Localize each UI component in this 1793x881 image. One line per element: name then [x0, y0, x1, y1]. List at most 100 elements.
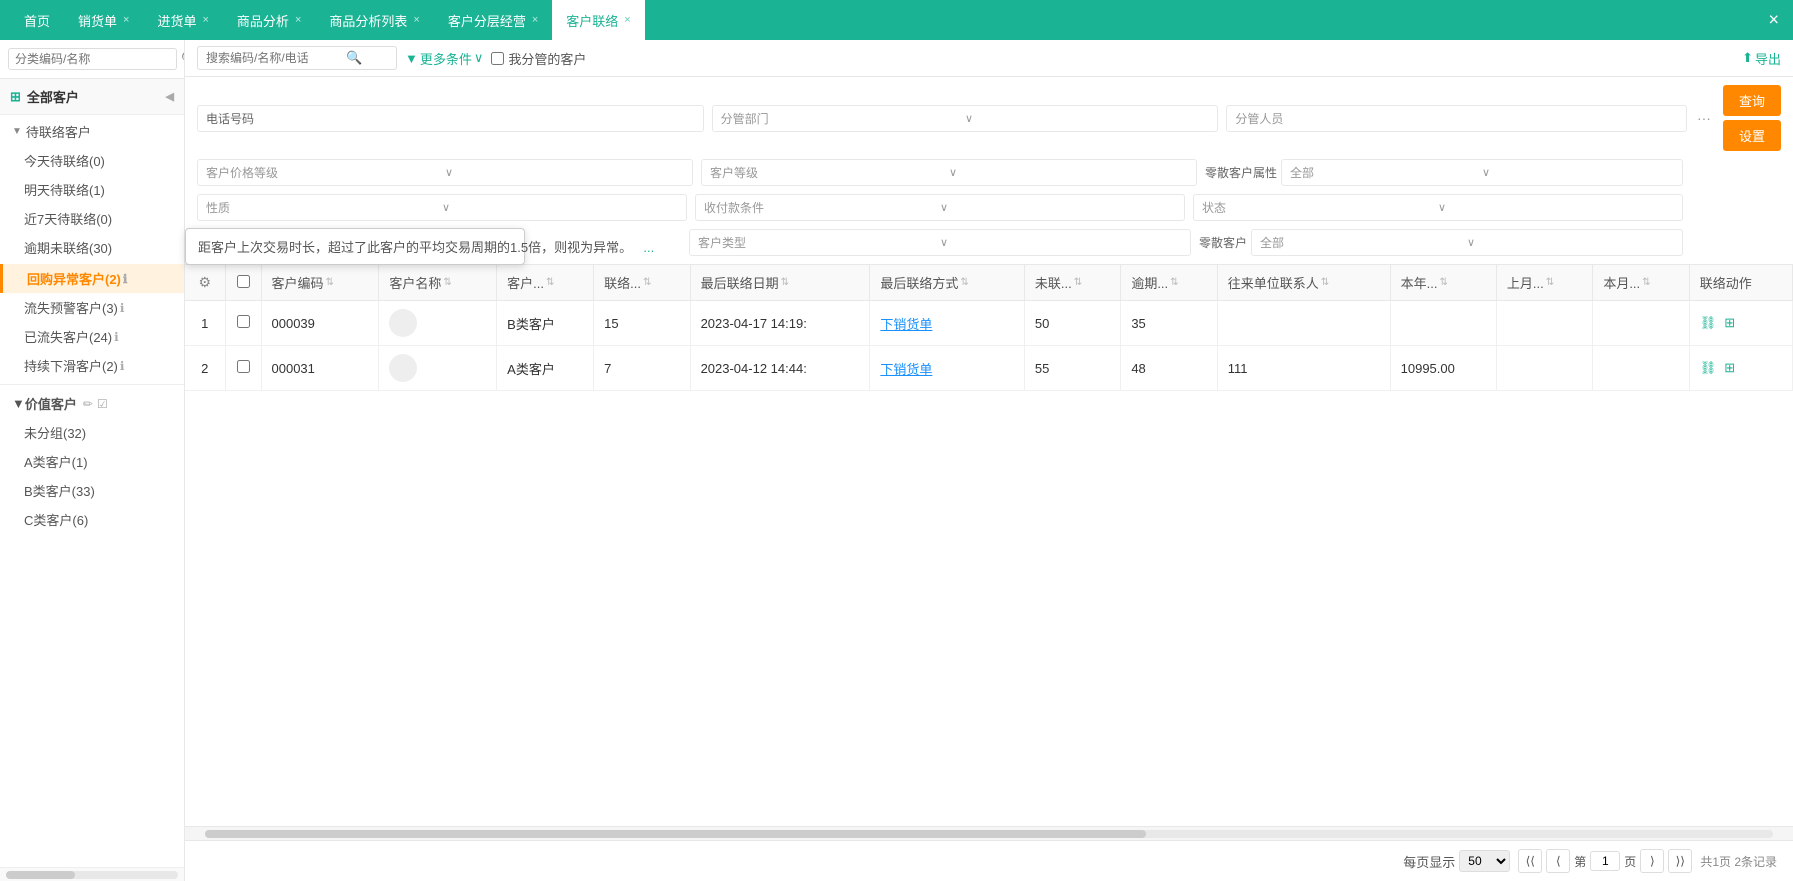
nav-item-product-list[interactable]: 商品分析列表 ×	[315, 0, 433, 40]
info-icon-3[interactable]: ℹ	[114, 330, 119, 344]
sort-contact-person[interactable]: 往来单位联系人⇅	[1228, 273, 1380, 292]
edit-icon[interactable]: ✏	[83, 397, 93, 411]
sidebar-item-repurchase-abnormal[interactable]: 回购异常客户(2) ℹ	[0, 264, 184, 293]
sidebar-search-input[interactable]	[8, 48, 177, 70]
person-dots[interactable]: ···	[1693, 110, 1715, 126]
h-scrollbar[interactable]	[185, 826, 1793, 840]
sidebar-item-overdue[interactable]: 逾期未联络(30)	[0, 233, 184, 262]
row-checkbox[interactable]	[237, 315, 250, 328]
retail-attr-area: 零散客户属性 全部 ∨	[1205, 159, 1683, 186]
last-page-button[interactable]: ⟩⟩	[1668, 849, 1692, 873]
prev-page-button[interactable]: ⟨	[1546, 849, 1570, 873]
cell-check[interactable]	[225, 301, 261, 346]
close-product-list-icon[interactable]: ×	[413, 14, 419, 26]
sort-contact[interactable]: 联络...⇅	[604, 273, 679, 292]
sort-last-month[interactable]: 上月...⇅	[1507, 273, 1582, 292]
close-all-tabs-button[interactable]: ×	[1764, 6, 1783, 35]
dept-field[interactable]: 分管部门 ∨	[712, 105, 1219, 132]
action-more-icon[interactable]: ⊞	[1724, 315, 1735, 331]
chevron-status-icon: ∨	[1438, 201, 1674, 214]
value-group-header[interactable]: ▼ 价值客户 ✏ ☑	[0, 389, 184, 418]
sidebar-item-7days[interactable]: 近7天待联络(0)	[0, 204, 184, 233]
sidebar-item-a-class[interactable]: A类客户(1)	[0, 447, 184, 476]
cell-this-year: 10995.00	[1390, 346, 1496, 391]
customer-type-field[interactable]: 客户类型 ∨	[689, 229, 1191, 256]
my-customers-checkbox[interactable]	[491, 52, 504, 65]
last-method-link[interactable]: 下销货单	[880, 317, 932, 332]
sidebar-item-tomorrow[interactable]: 明天待联络(1)	[0, 175, 184, 204]
pending-contact-header[interactable]: ▼ 待联络客户	[0, 117, 184, 146]
sidebar-item-lost[interactable]: 已流失客户(24) ℹ	[0, 322, 184, 351]
all-customers-header[interactable]: ⊞ 全部客户 ◀	[0, 79, 184, 115]
sidebar: 🔍 ⊞ 全部客户 ◀ ▼ 待联络客户 今天待联络(0) 明天待联络(1) 近7天	[0, 40, 185, 881]
search-icon[interactable]: 🔍	[346, 50, 362, 66]
action-link-icon[interactable]: ⛓	[1700, 360, 1717, 376]
more-conditions-button[interactable]: ▼ 更多条件 ∨	[405, 49, 483, 68]
close-customer-tier-icon[interactable]: ×	[532, 14, 538, 26]
close-customer-contact-icon[interactable]: ×	[624, 14, 630, 26]
sort-level[interactable]: 客户...⇅	[507, 273, 583, 292]
sort-code[interactable]: 客户编码⇅	[272, 273, 369, 292]
sort-this-month[interactable]: 本月...⇅	[1603, 273, 1678, 292]
action-link-icon[interactable]: ⛓	[1700, 315, 1717, 331]
person-field[interactable]: 分管人员	[1226, 105, 1687, 132]
row-checkbox[interactable]	[237, 360, 250, 373]
close-purchase-icon[interactable]: ×	[202, 14, 208, 26]
query-button[interactable]: 查询	[1723, 85, 1781, 116]
table-row: 1 000039 B类客户 15 2023-04-17 14:19: 下销货单 …	[185, 301, 1793, 346]
status-field[interactable]: 状态 ∨	[1193, 194, 1683, 221]
settings-button[interactable]: 设置	[1723, 120, 1781, 151]
retail-attr-field[interactable]: 全部 ∨	[1281, 159, 1683, 186]
h-scroll-track	[205, 830, 1773, 838]
tooltip-dots[interactable]: ...	[643, 240, 654, 255]
nav-item-sales[interactable]: 销货单 ×	[64, 0, 143, 40]
filter-icon: ▼	[405, 51, 418, 66]
close-product-analysis-icon[interactable]: ×	[295, 14, 301, 26]
nav-item-home[interactable]: 首页	[10, 0, 64, 40]
sort-overdue[interactable]: 逾期...⇅	[1131, 273, 1206, 292]
sidebar-item-declining[interactable]: 持续下滑客户(2) ℹ	[0, 351, 184, 380]
export-icon: ⬆	[1742, 50, 1753, 66]
price-level-field[interactable]: 客户价格等级 ∨	[197, 159, 693, 186]
sort-not-contacted[interactable]: 未联...⇅	[1035, 273, 1110, 292]
info-icon-4[interactable]: ℹ	[120, 359, 125, 373]
page-nav: ⟨⟨ ⟨ 第 页 ⟩ ⟩⟩	[1518, 849, 1692, 873]
action-more-icon[interactable]: ⊞	[1724, 360, 1735, 376]
next-page-button[interactable]: ⟩	[1640, 849, 1664, 873]
export-button[interactable]: ⬆ 导出	[1742, 49, 1781, 68]
customer-level-field[interactable]: 客户等级 ∨	[701, 159, 1197, 186]
sidebar-item-c-class[interactable]: C类客户(6)	[0, 505, 184, 534]
search-input[interactable]	[206, 51, 346, 65]
sort-last-method[interactable]: 最后联络方式⇅	[880, 273, 1014, 292]
sort-name[interactable]: 客户名称⇅	[389, 273, 486, 292]
gear-icon[interactable]: ⚙	[198, 274, 211, 290]
cell-check[interactable]	[225, 346, 261, 391]
first-page-button[interactable]: ⟨⟨	[1518, 849, 1542, 873]
select-all-checkbox[interactable]	[237, 275, 250, 288]
info-icon-1[interactable]: ℹ	[123, 272, 128, 286]
last-method-link[interactable]: 下销货单	[880, 362, 932, 377]
payment-field[interactable]: 收付款条件 ∨	[695, 194, 1185, 221]
sort-last-date[interactable]: 最后联络日期⇅	[701, 273, 860, 292]
nav-item-purchase[interactable]: 进货单 ×	[143, 0, 222, 40]
sort-this-year[interactable]: 本年...⇅	[1401, 273, 1486, 292]
page-input[interactable]	[1590, 851, 1620, 871]
close-sales-icon[interactable]: ×	[123, 14, 129, 26]
cell-level: B类客户	[497, 301, 594, 346]
nav-item-product-analysis[interactable]: 商品分析 ×	[223, 0, 315, 40]
grid-icon: ⊞	[10, 89, 21, 105]
info-icon-2[interactable]: ℹ	[120, 301, 125, 315]
check-icon-small[interactable]: ☑	[97, 397, 108, 411]
page-size-select[interactable]: 50 100 200	[1459, 850, 1510, 872]
sidebar-item-loss-warning[interactable]: 流失预警客户(3) ℹ	[0, 293, 184, 322]
nav-item-customer-contact[interactable]: 客户联络 ×	[552, 0, 644, 40]
nature-field[interactable]: 性质 ∨	[197, 194, 687, 221]
sidebar-item-today[interactable]: 今天待联络(0)	[0, 146, 184, 175]
sidebar-item-ungroup[interactable]: 未分组(32)	[0, 418, 184, 447]
sidebar-scrollbar[interactable]	[0, 867, 184, 881]
phone-field[interactable]: 电话号码	[197, 105, 704, 132]
nav-item-customer-tier[interactable]: 客户分层经营 ×	[434, 0, 552, 40]
collapse-icon[interactable]: ◀	[166, 90, 174, 103]
sidebar-item-b-class[interactable]: B类客户(33)	[0, 476, 184, 505]
retail-customer-field[interactable]: 全部 ∨	[1251, 229, 1683, 256]
